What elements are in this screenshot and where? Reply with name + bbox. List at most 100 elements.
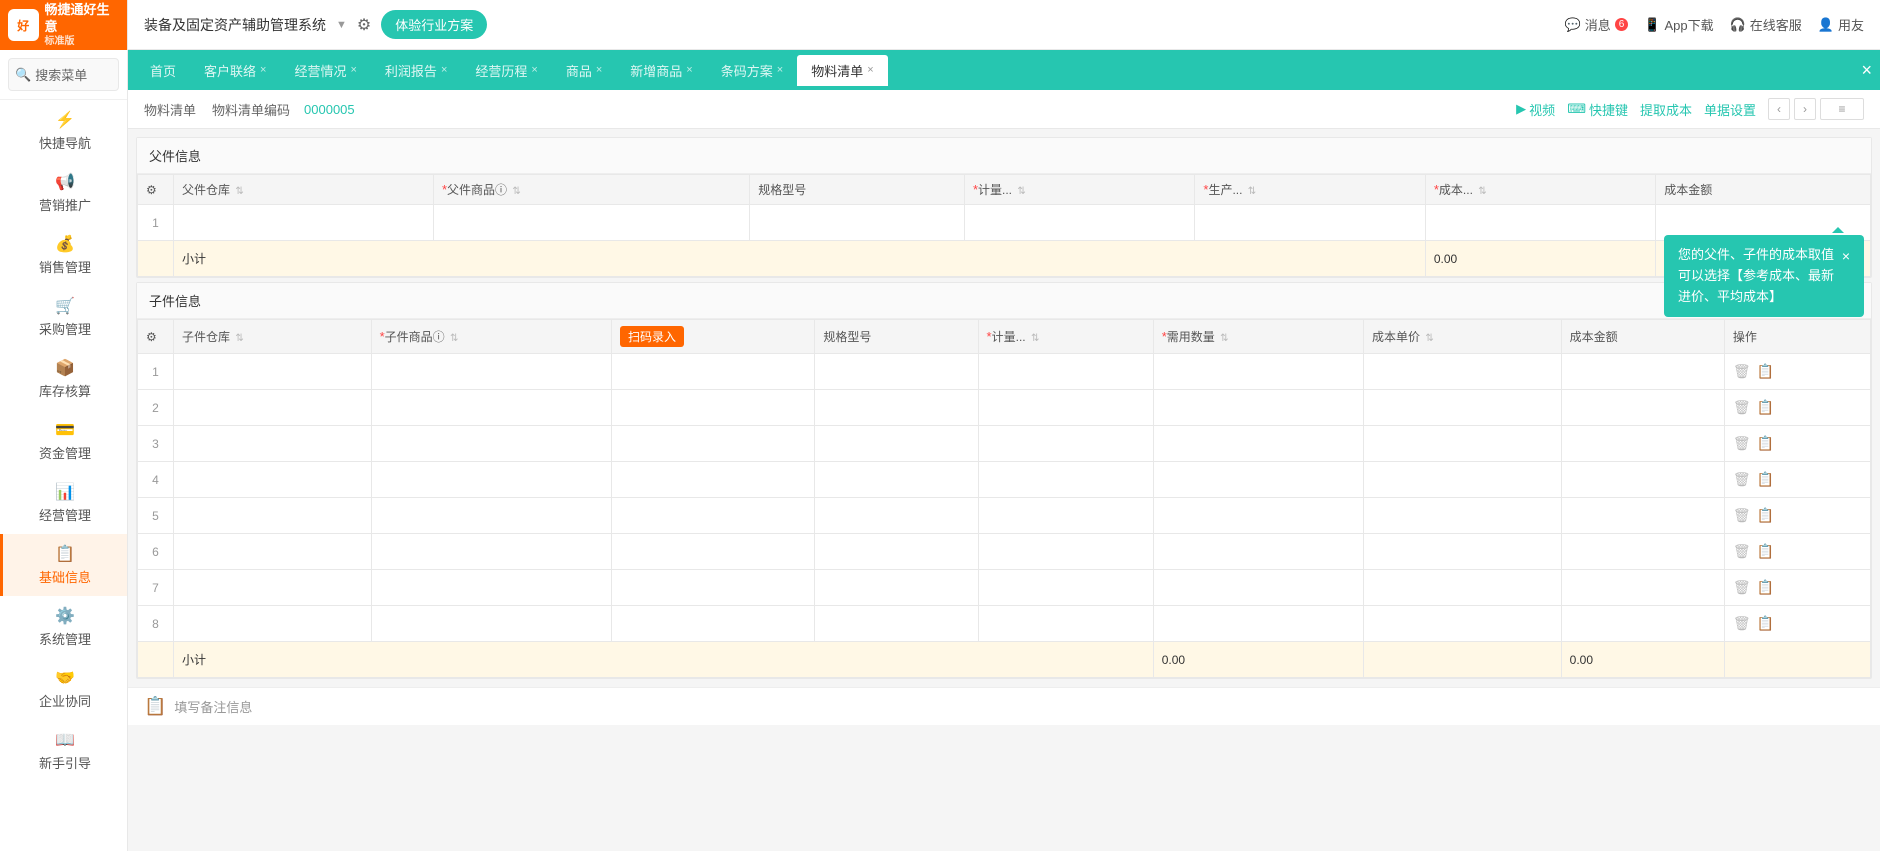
child-qty-6[interactable]	[1153, 534, 1363, 570]
child-scan-8[interactable]	[612, 606, 815, 642]
parent-warehouse-cell[interactable]	[174, 205, 434, 241]
child-amount-1[interactable]	[1561, 354, 1724, 390]
sidebar-item-2[interactable]: 💰销售管理	[0, 224, 127, 286]
tab-close-7[interactable]: ×	[777, 64, 783, 76]
sidebar-item-0[interactable]: ⚡快捷导航	[0, 100, 127, 162]
sidebar-item-9[interactable]: 🤝企业协同	[0, 658, 127, 720]
child-amount-3[interactable]	[1561, 426, 1724, 462]
sidebar-item-7[interactable]: 📋基础信息	[0, 534, 127, 596]
child-amount-7[interactable]	[1561, 570, 1724, 606]
child-scan-7[interactable]	[612, 570, 815, 606]
child-unit-cost-1[interactable]	[1364, 354, 1562, 390]
copy-icon-4[interactable]: 📋	[1757, 471, 1774, 488]
child-qty-2[interactable]	[1153, 390, 1363, 426]
tab-close-1[interactable]: ×	[260, 64, 266, 76]
child-scan-6[interactable]	[612, 534, 815, 570]
parent-production-cell[interactable]	[1195, 205, 1425, 241]
child-warehouse-7[interactable]	[174, 570, 372, 606]
experience-button[interactable]: 体验行业方案	[381, 10, 487, 39]
tab-close-4[interactable]: ×	[531, 64, 537, 76]
child-qty-3[interactable]	[1153, 426, 1363, 462]
child-spec-1[interactable]	[815, 354, 978, 390]
nav-tab-0[interactable]: 首页	[136, 55, 190, 86]
child-unit-3[interactable]	[978, 426, 1153, 462]
delete-icon-4[interactable]: 🗑	[1733, 471, 1751, 488]
nav-next-button[interactable]: ›	[1794, 98, 1816, 120]
scan-input-button[interactable]: 扫码录入	[620, 326, 684, 347]
child-spec-5[interactable]	[815, 498, 978, 534]
search-menu-button[interactable]: 🔍 搜索菜单	[8, 58, 119, 91]
extract-cost-button[interactable]: 提取成本	[1640, 100, 1692, 119]
tooltip-close-button[interactable]: ×	[1842, 245, 1850, 267]
shortcut-button[interactable]: ⌨ 快捷键	[1567, 100, 1628, 119]
child-warehouse-5[interactable]	[174, 498, 372, 534]
doc-settings-button[interactable]: 单据设置	[1704, 100, 1756, 119]
copy-icon-1[interactable]: 📋	[1757, 363, 1774, 380]
child-spec-6[interactable]	[815, 534, 978, 570]
child-product-6[interactable]	[371, 534, 611, 570]
child-warehouse-6[interactable]	[174, 534, 372, 570]
copy-icon-5[interactable]: 📋	[1757, 507, 1774, 524]
child-spec-2[interactable]	[815, 390, 978, 426]
child-amount-6[interactable]	[1561, 534, 1724, 570]
nav-tab-6[interactable]: 新增商品 ×	[616, 55, 706, 86]
child-product-3[interactable]	[371, 426, 611, 462]
child-scan-5[interactable]	[612, 498, 815, 534]
delete-icon-7[interactable]: 🗑	[1733, 579, 1751, 596]
child-warehouse-3[interactable]	[174, 426, 372, 462]
nav-tab-2[interactable]: 经营情况 ×	[280, 55, 370, 86]
child-product-7[interactable]	[371, 570, 611, 606]
child-warehouse-8[interactable]	[174, 606, 372, 642]
child-product-1[interactable]	[371, 354, 611, 390]
tab-close-2[interactable]: ×	[350, 64, 356, 76]
child-spec-7[interactable]	[815, 570, 978, 606]
child-unit-7[interactable]	[978, 570, 1153, 606]
nav-prev-button[interactable]: ‹	[1768, 98, 1790, 120]
tab-close-5[interactable]: ×	[596, 64, 602, 76]
parent-product-cell[interactable]	[433, 205, 749, 241]
child-unit-cost-2[interactable]	[1364, 390, 1562, 426]
child-product-5[interactable]	[371, 498, 611, 534]
child-qty-1[interactable]	[1153, 354, 1363, 390]
tab-close-6[interactable]: ×	[686, 64, 692, 76]
child-amount-5[interactable]	[1561, 498, 1724, 534]
copy-icon-2[interactable]: 📋	[1757, 399, 1774, 416]
delete-icon-1[interactable]: 🗑	[1733, 363, 1751, 380]
delete-icon-3[interactable]: 🗑	[1733, 435, 1751, 452]
child-unit-cost-4[interactable]	[1364, 462, 1562, 498]
child-spec-4[interactable]	[815, 462, 978, 498]
system-dropdown-arrow[interactable]: ▼	[336, 19, 347, 31]
nav-tab-1[interactable]: 客户联络 ×	[190, 55, 280, 86]
user-menu[interactable]: 👤 用友	[1818, 15, 1864, 34]
nav-end-button[interactable]: ≡	[1820, 98, 1864, 120]
message-button[interactable]: 💬 消息 6	[1565, 15, 1629, 34]
child-product-2[interactable]	[371, 390, 611, 426]
copy-icon-7[interactable]: 📋	[1757, 579, 1774, 596]
child-unit-5[interactable]	[978, 498, 1153, 534]
child-spec-3[interactable]	[815, 426, 978, 462]
parent-col-settings[interactable]: ⚙	[138, 175, 174, 205]
sidebar-item-5[interactable]: 💳资金管理	[0, 410, 127, 472]
child-unit-2[interactable]	[978, 390, 1153, 426]
child-qty-7[interactable]	[1153, 570, 1363, 606]
sidebar-item-3[interactable]: 🛒采购管理	[0, 286, 127, 348]
delete-icon-2[interactable]: 🗑	[1733, 399, 1751, 416]
child-warehouse-4[interactable]	[174, 462, 372, 498]
breadcrumb-item1[interactable]: 物料清单	[144, 100, 196, 119]
sidebar-item-1[interactable]: 📢营销推广	[0, 162, 127, 224]
child-scan-4[interactable]	[612, 462, 815, 498]
child-unit-6[interactable]	[978, 534, 1153, 570]
tab-close-8[interactable]: ×	[867, 64, 873, 76]
child-qty-5[interactable]	[1153, 498, 1363, 534]
parent-spec-cell[interactable]	[750, 205, 965, 241]
child-product-8[interactable]	[371, 606, 611, 642]
tab-close-3[interactable]: ×	[441, 64, 447, 76]
child-unit-cost-7[interactable]	[1364, 570, 1562, 606]
child-unit-1[interactable]	[978, 354, 1153, 390]
settings-icon[interactable]: ⚙	[357, 15, 371, 35]
child-scan-1[interactable]	[612, 354, 815, 390]
parent-unit-cell[interactable]	[964, 205, 1194, 241]
online-service-button[interactable]: 🎧 在线客服	[1730, 15, 1802, 34]
copy-icon-3[interactable]: 📋	[1757, 435, 1774, 452]
copy-icon-8[interactable]: 📋	[1757, 615, 1774, 632]
